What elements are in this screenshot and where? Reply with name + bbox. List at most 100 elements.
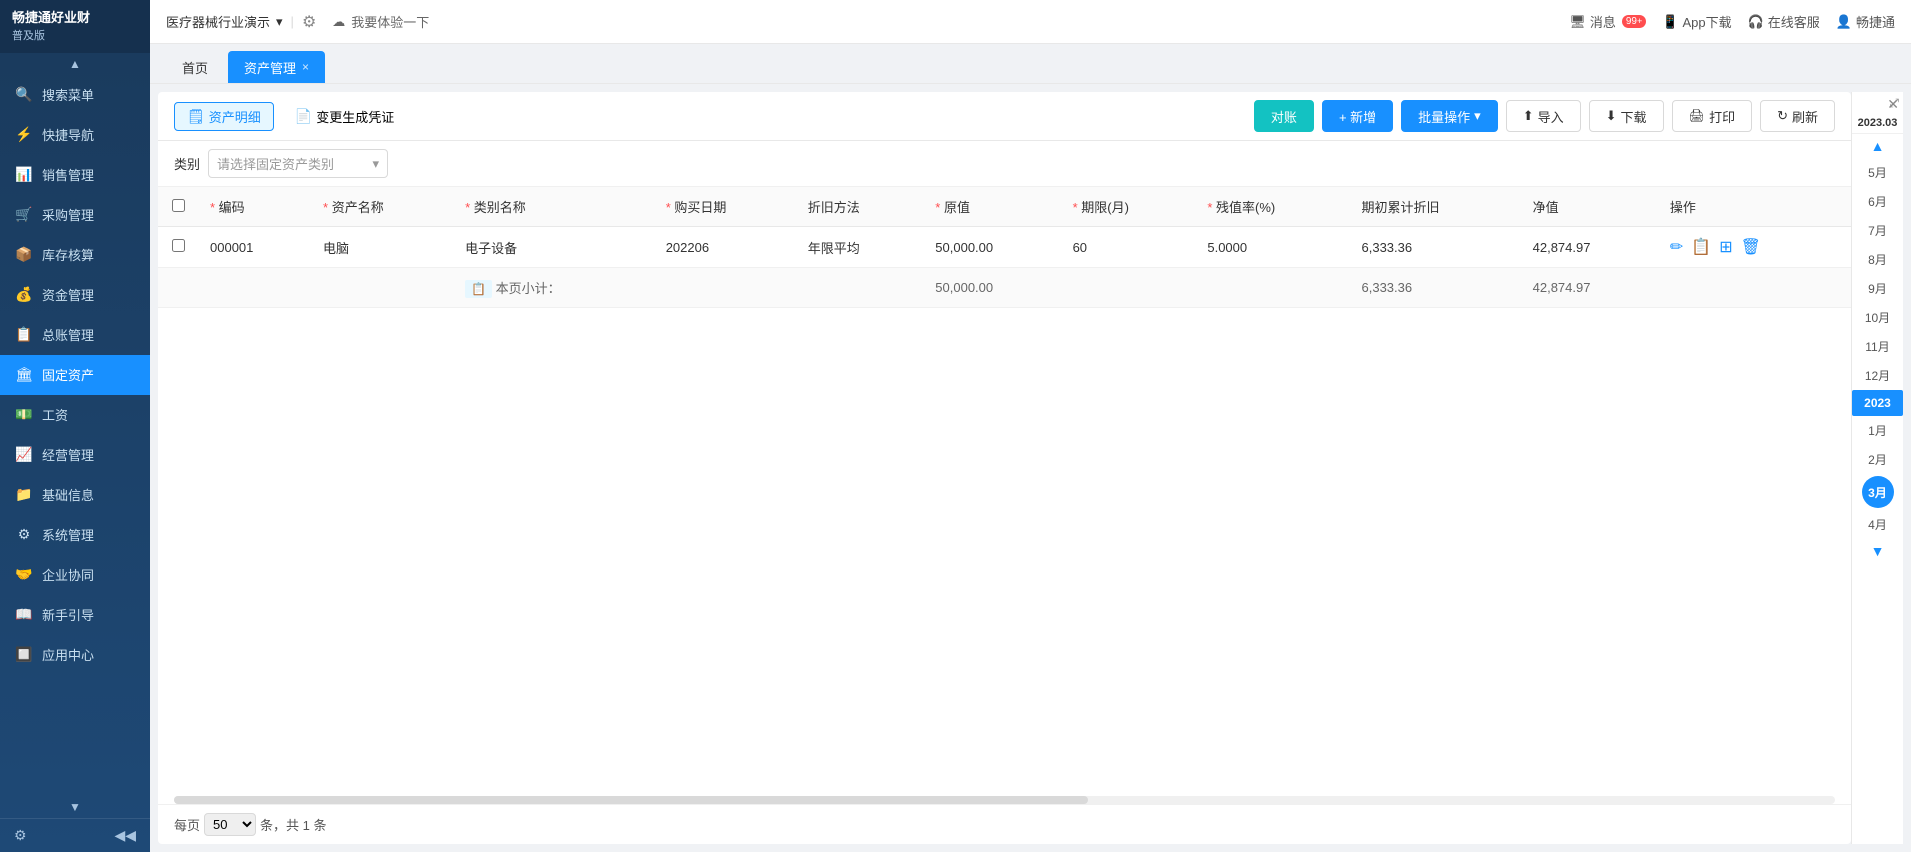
date-sidebar: ✕ ⤢ 2023.03 ▲ 5月6月7月8月9月10月11月12月20231月2…: [1851, 92, 1903, 844]
row-checkbox-cell: [158, 227, 198, 268]
edit-icon[interactable]: ✏: [1670, 237, 1683, 257]
date-month-prev[interactable]: 9月: [1852, 274, 1903, 303]
date-month-prev[interactable]: 10月: [1852, 303, 1903, 332]
import-button[interactable]: ⬆ 导入: [1506, 100, 1581, 132]
sidebar-item-总账管理[interactable]: 📋 总账管理: [0, 315, 150, 355]
th-period: 期限(月): [1061, 187, 1196, 227]
date-month-current[interactable]: 2月: [1852, 445, 1903, 474]
sidebar-item-基础信息[interactable]: 📁 基础信息: [0, 475, 150, 515]
row-checkbox-0[interactable]: [172, 239, 185, 252]
company-selector[interactable]: 医疗器械行业演示 ▾: [166, 12, 283, 31]
date-month-prev[interactable]: 8月: [1852, 245, 1903, 274]
tab-close-icon[interactable]: ×: [302, 60, 309, 74]
row-period: 60: [1061, 227, 1196, 268]
toolbar-right: 对账 + 新增 批量操作 ▾ ⬆ 导入 ⬇ 下载: [1254, 100, 1835, 132]
date-months-container: 5月6月7月8月9月10月11月12月20231月2月3月4月: [1852, 158, 1903, 539]
customer-service-button[interactable]: 🎧 在线客服: [1748, 12, 1820, 31]
filter-category-select[interactable]: 请选择固定资产类别 ▾: [208, 149, 388, 178]
sidebar: 畅捷通好业财 普及版 ▲ 🔍 搜索菜单 ⚡ 快捷导航 📊 销售管理 🛒 采购管理…: [0, 0, 150, 852]
tab-voucher[interactable]: 📄 变更生成凭证: [282, 102, 407, 131]
sidebar-item-应用中心[interactable]: 🔲 应用中心: [0, 635, 150, 675]
sidebar-item-销售管理[interactable]: 📊 销售管理: [0, 155, 150, 195]
sidebar-item-新手引导[interactable]: 📖 新手引导: [0, 595, 150, 635]
tab-voucher-label: 变更生成凭证: [316, 107, 394, 126]
cloud-icon: ☁: [332, 14, 345, 30]
horizontal-scrollbar[interactable]: [174, 796, 1835, 804]
refresh-label: 刷新: [1792, 107, 1818, 126]
filter-category-label: 类别: [174, 154, 200, 173]
th-name: 资产名称: [311, 187, 453, 227]
per-page-select[interactable]: 50 100 200: [204, 813, 256, 836]
sidebar-label-9: 经营管理: [42, 445, 94, 464]
sidebar-label-6: 总账管理: [42, 325, 94, 344]
refresh-button[interactable]: ↻ 刷新: [1760, 100, 1835, 132]
chevron-down-icon: ▾: [276, 14, 283, 30]
settings-icon[interactable]: ⚙: [14, 827, 27, 844]
tab-asset-management[interactable]: 资产管理 ×: [228, 51, 325, 83]
sidebar-item-快捷导航[interactable]: ⚡ 快捷导航: [0, 115, 150, 155]
date-month-current[interactable]: 4月: [1852, 510, 1903, 539]
topbar-right: 🖥 消息 99+ 📱 App下载 🎧 在线客服 👤 畅捷通: [1569, 12, 1895, 31]
date-month-prev[interactable]: 7月: [1852, 216, 1903, 245]
download-icon: 📱: [1662, 14, 1678, 30]
th-depreciation-method: 折旧方法: [796, 187, 924, 227]
date-sidebar-close-icon[interactable]: ✕: [1883, 92, 1903, 117]
notification-button[interactable]: 🖥 消息 99+: [1569, 12, 1646, 31]
table-wrapper: 编码 资产名称 类别名称 购买日期 折旧方法 原值 期限(月) 残值率(%) 期…: [158, 187, 1851, 796]
date-month-prev[interactable]: 6月: [1852, 187, 1903, 216]
sidebar-scroll-up[interactable]: ▲: [0, 53, 150, 75]
new-button[interactable]: + 新增: [1322, 100, 1393, 132]
sidebar-label-14: 应用中心: [42, 645, 94, 664]
date-month-prev[interactable]: 12月: [1852, 361, 1903, 390]
more-icon[interactable]: ⊞: [1719, 237, 1732, 257]
user-menu[interactable]: 👤 畅捷通: [1836, 12, 1895, 31]
sidebar-scroll-down[interactable]: ▼: [0, 796, 150, 818]
sidebar-item-采购管理[interactable]: 🛒 采购管理: [0, 195, 150, 235]
sidebar-icon-6: 📋: [14, 325, 34, 345]
date-month-prev[interactable]: 11月: [1852, 332, 1903, 361]
sidebar-icon-3: 🛒: [14, 205, 34, 225]
print-button[interactable]: 🖨 打印: [1672, 100, 1753, 132]
subtotal-empty-6: [1195, 268, 1349, 308]
select-all-checkbox[interactable]: [172, 199, 185, 212]
subtotal-empty-4: [796, 268, 924, 308]
sidebar-item-库存核算[interactable]: 📦 库存核算: [0, 235, 150, 275]
tabs-bar: 首页 资产管理 ×: [150, 44, 1911, 84]
pagination-bar: 每页 50 100 200 条，共 1 条: [158, 804, 1851, 844]
sidebar-item-经营管理[interactable]: 📈 经营管理: [0, 435, 150, 475]
batch-button[interactable]: 批量操作 ▾: [1401, 100, 1498, 132]
sidebar-icon-11: ⚙: [14, 525, 34, 545]
separator: |: [291, 14, 294, 29]
sidebar-item-工资[interactable]: 💵 工资: [0, 395, 150, 435]
app-download-button[interactable]: 📱 App下载: [1662, 12, 1731, 31]
sidebar-item-固定资产[interactable]: 🏛 固定资产: [0, 355, 150, 395]
asset-table: 编码 资产名称 类别名称 购买日期 折旧方法 原值 期限(月) 残值率(%) 期…: [158, 187, 1851, 308]
date-current-year-label: 2023: [1852, 390, 1903, 416]
sidebar-label-13: 新手引导: [42, 605, 94, 624]
settings-icon[interactable]: ⚙: [302, 12, 316, 32]
company-name: 医疗器械行业演示: [166, 12, 270, 31]
tab-asset-detail[interactable]: 🗒 资产明细: [174, 102, 274, 131]
sidebar-item-企业协同[interactable]: 🤝 企业协同: [0, 555, 150, 595]
date-month-current[interactable]: 1月: [1852, 416, 1903, 445]
per-page-label: 每页: [174, 815, 200, 834]
reconcile-button[interactable]: 对账: [1254, 100, 1314, 132]
topbar: 医疗器械行业演示 ▾ | ⚙ ☁ 我要体验一下 🖥 消息 99+ 📱 App下载…: [150, 0, 1911, 44]
tab-home[interactable]: 首页: [166, 51, 224, 83]
date-active-month[interactable]: 3月: [1862, 476, 1894, 508]
collapse-icon[interactable]: ◀◀: [114, 827, 136, 844]
date-arrow-down[interactable]: ▼: [1852, 539, 1903, 563]
date-arrow-up[interactable]: ▲: [1852, 134, 1903, 158]
filter-row: 类别 请选择固定资产类别 ▾: [158, 141, 1851, 187]
sidebar-item-系统管理[interactable]: ⚙ 系统管理: [0, 515, 150, 555]
subtotal-empty-1: [198, 268, 311, 308]
tab-asset-detail-label: 资产明细: [209, 107, 261, 126]
user-icon: 👤: [1836, 14, 1852, 30]
experience-link[interactable]: ☁ 我要体验一下: [332, 12, 429, 31]
sidebar-item-资金管理[interactable]: 💰 资金管理: [0, 275, 150, 315]
sidebar-item-搜索菜单[interactable]: 🔍 搜索菜单: [0, 75, 150, 115]
download-button[interactable]: ⬇ 下载: [1589, 100, 1664, 132]
date-month-prev[interactable]: 5月: [1852, 158, 1903, 187]
delete-icon[interactable]: 🗑: [1741, 237, 1761, 257]
copy-icon[interactable]: 📋: [1691, 237, 1711, 257]
